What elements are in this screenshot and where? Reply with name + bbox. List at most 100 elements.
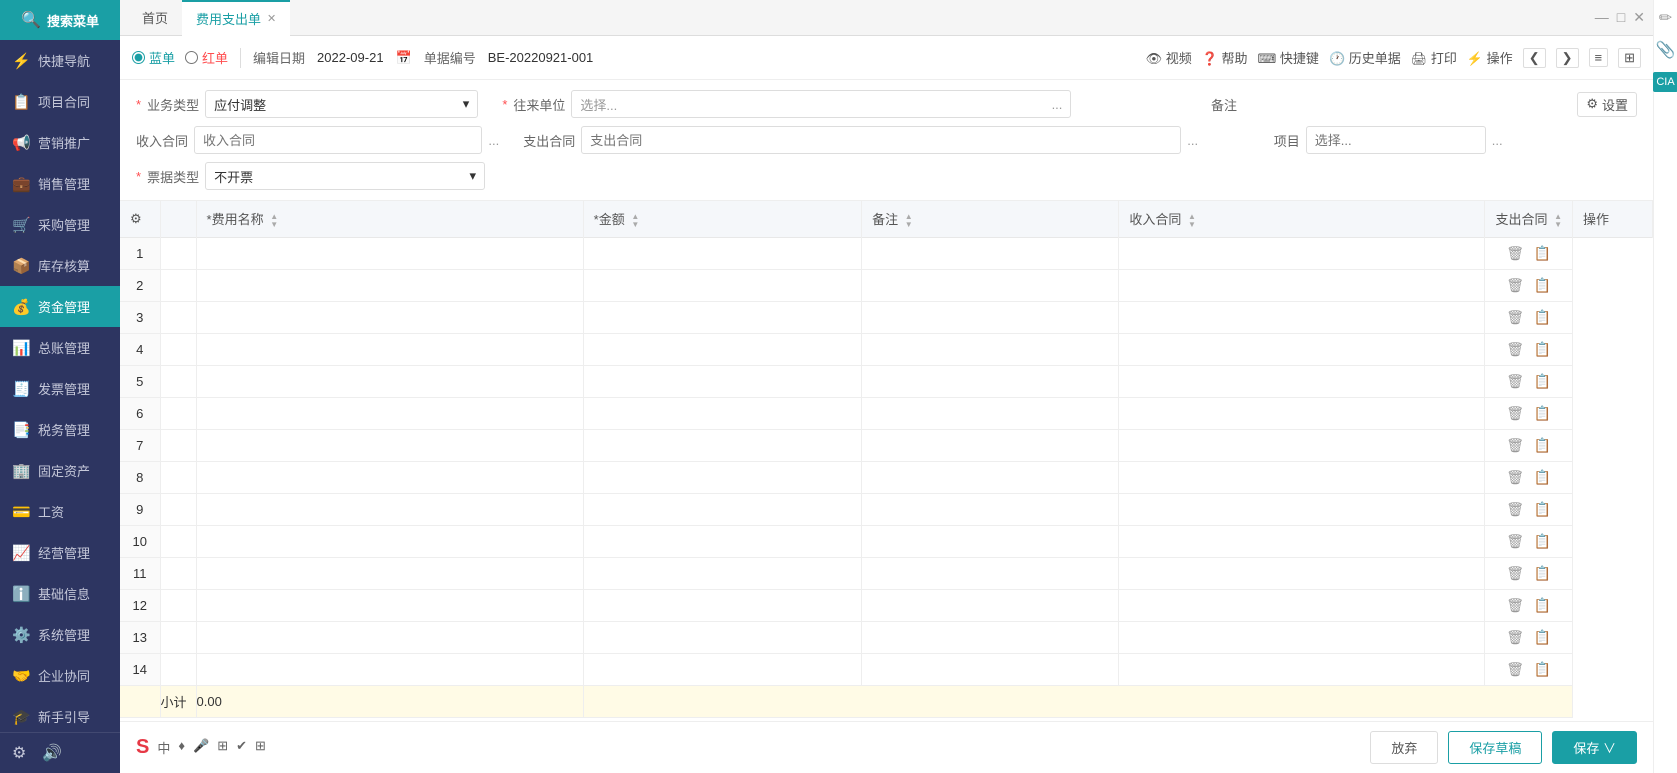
- amount-cell[interactable]: [196, 493, 583, 525]
- amount-cell[interactable]: [196, 237, 583, 269]
- side-panel-icon-edit[interactable]: ✏: [1659, 8, 1672, 28]
- delete-icon[interactable]: 🗑: [1506, 629, 1524, 645]
- minimize-button[interactable]: —: [1595, 9, 1609, 26]
- tab-close-icon[interactable]: ✕: [267, 12, 276, 25]
- expense-name-cell[interactable]: [160, 333, 196, 365]
- sidebar-item-fund-mgmt[interactable]: 💰 资金管理: [0, 286, 120, 327]
- counterpart-dots[interactable]: ...: [1052, 97, 1063, 112]
- amount-cell[interactable]: [196, 333, 583, 365]
- expense-name-cell[interactable]: [160, 237, 196, 269]
- footer-icon-zhong[interactable]: 中: [157, 738, 170, 757]
- operations-btn[interactable]: ⚡ 操作: [1467, 48, 1513, 67]
- expense-contract-cell[interactable]: [1119, 461, 1485, 493]
- th-expense-name[interactable]: *费用名称 ▲▼: [196, 201, 583, 237]
- calendar-icon[interactable]: 📅: [396, 50, 412, 66]
- tab-home[interactable]: 首页: [128, 0, 182, 36]
- sidebar-item-quick-nav[interactable]: ⚡ 快捷导航: [0, 40, 120, 81]
- radio-blue-input[interactable]: [132, 51, 145, 64]
- radio-red-input[interactable]: [185, 51, 198, 64]
- th-remark[interactable]: 备注 ▲▼: [862, 201, 1119, 237]
- income-contract-dots[interactable]: ...: [488, 133, 499, 148]
- delete-icon[interactable]: 🗑: [1506, 533, 1524, 549]
- amount-cell[interactable]: [196, 429, 583, 461]
- th-amount[interactable]: *金额 ▲▼: [583, 201, 861, 237]
- income-contract-cell[interactable]: [862, 621, 1119, 653]
- save-draft-button[interactable]: 保存草稿: [1448, 731, 1542, 764]
- expense-contract-cell[interactable]: [1119, 269, 1485, 301]
- sidebar-item-operations[interactable]: 📈 经营管理: [0, 532, 120, 573]
- delete-icon[interactable]: 🗑: [1506, 245, 1524, 261]
- amount-cell[interactable]: [196, 621, 583, 653]
- delete-icon[interactable]: 🗑: [1506, 661, 1524, 677]
- settings-footer-icon[interactable]: ⚙: [12, 743, 26, 763]
- footer-icon-check[interactable]: ✔: [236, 738, 247, 757]
- amount-cell[interactable]: [196, 365, 583, 397]
- amount-cell[interactable]: [196, 269, 583, 301]
- copy-icon[interactable]: 📋: [1534, 565, 1551, 581]
- remark-cell[interactable]: [583, 429, 861, 461]
- nav-prev-btn[interactable]: ❮: [1523, 48, 1546, 68]
- expense-name-cell[interactable]: [160, 621, 196, 653]
- expense-contract-cell[interactable]: [1119, 237, 1485, 269]
- income-contract-cell[interactable]: [862, 269, 1119, 301]
- delete-icon[interactable]: 🗑: [1506, 405, 1524, 421]
- income-contract-cell[interactable]: [862, 429, 1119, 461]
- expense-contract-cell[interactable]: [1119, 301, 1485, 333]
- project-input[interactable]: [1306, 126, 1486, 154]
- shortcuts-btn[interactable]: ⌨ 快捷键: [1258, 48, 1319, 67]
- expense-contract-cell[interactable]: [1119, 621, 1485, 653]
- copy-icon[interactable]: 📋: [1534, 597, 1551, 613]
- sidebar-item-project-contract[interactable]: 📋 项目合同: [0, 81, 120, 122]
- th-expense-contract[interactable]: 支出合同 ▲▼: [1485, 201, 1573, 237]
- sidebar-header[interactable]: 🔍 搜索菜单: [0, 0, 120, 40]
- th-settings[interactable]: ⚙: [120, 201, 160, 237]
- expense-contract-cell[interactable]: [1119, 493, 1485, 525]
- footer-icon-mic[interactable]: 🎤: [193, 738, 209, 757]
- sidebar-item-sys-mgmt[interactable]: ⚙️ 系统管理: [0, 614, 120, 655]
- side-panel-green-btn[interactable]: CIA: [1653, 72, 1677, 92]
- delete-icon[interactable]: 🗑: [1506, 373, 1524, 389]
- income-contract-cell[interactable]: [862, 397, 1119, 429]
- remark-cell[interactable]: [583, 397, 861, 429]
- remark-cell[interactable]: [583, 237, 861, 269]
- expense-contract-input[interactable]: [581, 126, 1181, 154]
- remark-cell[interactable]: [583, 333, 861, 365]
- maximize-button[interactable]: □: [1617, 9, 1625, 26]
- expense-name-cell[interactable]: [160, 429, 196, 461]
- remark-cell[interactable]: [583, 301, 861, 333]
- remark-cell[interactable]: [583, 493, 861, 525]
- remark-cell[interactable]: [583, 557, 861, 589]
- remark-cell[interactable]: [583, 525, 861, 557]
- tab-expense[interactable]: 费用支出单 ✕: [182, 0, 290, 36]
- copy-icon[interactable]: 📋: [1534, 533, 1551, 549]
- income-contract-cell[interactable]: [862, 653, 1119, 685]
- amount-cell[interactable]: [196, 461, 583, 493]
- income-contract-cell[interactable]: [862, 333, 1119, 365]
- copy-icon[interactable]: 📋: [1534, 245, 1551, 261]
- amount-cell[interactable]: [196, 301, 583, 333]
- copy-icon[interactable]: 📋: [1534, 341, 1551, 357]
- sidebar-item-accounting[interactable]: 📊 总账管理: [0, 327, 120, 368]
- expense-name-cell[interactable]: [160, 365, 196, 397]
- sidebar-item-inventory[interactable]: 📦 库存核算: [0, 245, 120, 286]
- remark-cell[interactable]: [583, 653, 861, 685]
- print-btn[interactable]: 🖨 打印: [1411, 48, 1457, 67]
- sidebar-item-basic-info[interactable]: ℹ️ 基础信息: [0, 573, 120, 614]
- copy-icon[interactable]: 📋: [1534, 405, 1551, 421]
- sidebar-item-enterprise[interactable]: 🤝 企业协同: [0, 655, 120, 696]
- remark-cell[interactable]: [583, 461, 861, 493]
- income-contract-cell[interactable]: [862, 493, 1119, 525]
- expense-contract-cell[interactable]: [1119, 397, 1485, 429]
- close-button[interactable]: ✕: [1633, 9, 1645, 26]
- expense-contract-dots[interactable]: ...: [1187, 133, 1198, 148]
- expense-name-cell[interactable]: [160, 653, 196, 685]
- expense-name-cell[interactable]: [160, 525, 196, 557]
- income-contract-input[interactable]: [194, 126, 482, 154]
- copy-icon[interactable]: 📋: [1534, 373, 1551, 389]
- video-btn[interactable]: 👁 视频: [1146, 48, 1192, 67]
- income-contract-cell[interactable]: [862, 301, 1119, 333]
- footer-icon-diamond[interactable]: ♦: [178, 738, 185, 757]
- income-contract-cell[interactable]: [862, 557, 1119, 589]
- amount-cell[interactable]: [196, 525, 583, 557]
- copy-icon[interactable]: 📋: [1534, 309, 1551, 325]
